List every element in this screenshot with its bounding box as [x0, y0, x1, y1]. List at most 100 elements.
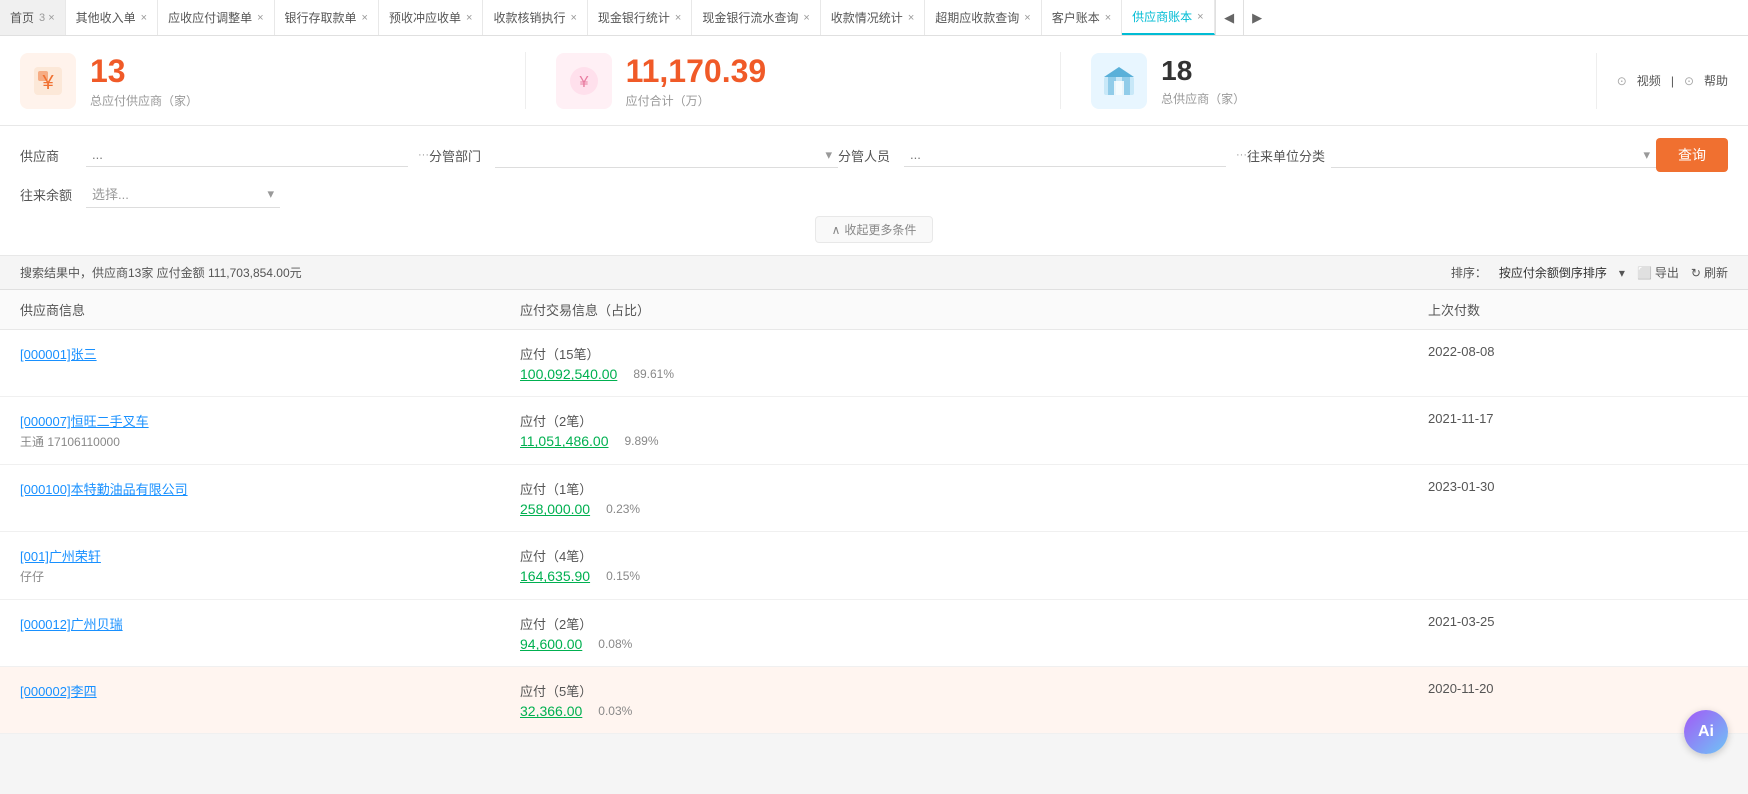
- nav-tab-receipt-stat[interactable]: 收款情况统计 ×: [821, 0, 925, 35]
- tx-amount-1[interactable]: 11,051,486.00: [520, 433, 609, 449]
- col-header-lastdate: 上次付数: [1428, 300, 1728, 319]
- sort-label: 排序：: [1451, 264, 1487, 281]
- nav-tab-customer-ledger[interactable]: 客户账本 ×: [1042, 0, 1122, 35]
- nav-tab-ar-ap-adjust[interactable]: 应收应付调整单 ×: [158, 0, 274, 35]
- table-area: 供应商信息 应付交易信息（占比） 上次付数 [000001]张三 应付（15笔）…: [0, 290, 1748, 734]
- nav-tab-overdue-ar[interactable]: 超期应收款查询 ×: [925, 0, 1041, 35]
- supplier-contact-1: 王通 17106110000: [20, 433, 520, 450]
- summary-card-total-suppliers: 18 总供应商（家）: [1061, 53, 1597, 109]
- nav-tab-receipt-verify[interactable]: 收款核销执行 ×: [483, 0, 587, 35]
- nav-tab-prepaid-ar[interactable]: 预收冲应收单 ×: [379, 0, 483, 35]
- table-row: [001]广州荣轩 仔仔 应付（4笔） 164,635.90 0.15%: [0, 532, 1748, 600]
- svg-text:¥: ¥: [578, 74, 588, 91]
- person-input[interactable]: [904, 143, 1226, 167]
- nav-tab-supplier-ledger-close[interactable]: ×: [1197, 11, 1203, 23]
- filter-area: 供应商 ··· 分管部门 ▾ 分管人员 ··· 往来单位分类 ▾ 查询 往来: [0, 126, 1748, 256]
- tx-amount-3[interactable]: 164,635.90: [520, 568, 590, 584]
- supplier-contact-3: 仔仔: [20, 568, 520, 585]
- last-date-value-1: 2021-11-17: [1428, 411, 1494, 426]
- tx-row-1: 11,051,486.00 9.89%: [520, 433, 1428, 449]
- tx-label-3: 应付（4笔）: [520, 546, 1428, 565]
- card1-value: 13: [90, 52, 198, 90]
- sort-value[interactable]: 按应付余额倒序排序: [1499, 264, 1607, 281]
- card1-text: 13 总应付供应商（家）: [90, 52, 198, 109]
- sort-chevron-icon: ▾: [1619, 266, 1625, 280]
- result-actions: 排序： 按应付余额倒序排序 ▾ ⬜ 导出 ↻ 刷新: [1451, 264, 1728, 281]
- help-link[interactable]: 帮助: [1704, 72, 1728, 89]
- nav-tab-bank-deposit-label: 银行存取款单: [285, 9, 357, 26]
- supplier-name-5[interactable]: [000002]李四: [20, 681, 520, 700]
- tx-percent-0: 89.61%: [633, 367, 674, 381]
- nav-tab-ar-ap-adjust-close[interactable]: ×: [257, 12, 263, 24]
- tx-info-5: 应付（5笔） 32,366.00 0.03%: [520, 681, 1428, 719]
- tx-row-2: 258,000.00 0.23%: [520, 501, 1428, 517]
- nav-tab-other-income-close[interactable]: ×: [141, 12, 147, 24]
- result-bar: 搜索结果中，供应商13家 应付金额 111,703,854.00元 排序： 按应…: [0, 256, 1748, 290]
- ai-button[interactable]: Ai: [1684, 710, 1728, 754]
- nav-tab-overdue-ar-close[interactable]: ×: [1024, 12, 1030, 24]
- result-summary: 搜索结果中，供应商13家 应付金额 111,703,854.00元: [20, 264, 302, 281]
- card3-text: 18 总供应商（家）: [1161, 54, 1245, 107]
- export-button[interactable]: ⬜ 导出: [1637, 264, 1679, 281]
- last-date-value-0: 2022-08-08: [1428, 344, 1495, 359]
- last-date-2: 2023-01-30: [1428, 479, 1728, 494]
- nav-tab-bank-deposit[interactable]: 银行存取款单 ×: [275, 0, 379, 35]
- person-more-btn[interactable]: ···: [1236, 149, 1247, 161]
- query-button[interactable]: 查询: [1656, 138, 1728, 172]
- tx-label-5: 应付（5笔）: [520, 681, 1428, 700]
- supplier-name-4[interactable]: [000012]广州贝瑞: [20, 614, 520, 633]
- category-select[interactable]: ▾: [1331, 143, 1656, 168]
- last-date-4: 2021-03-25: [1428, 614, 1728, 629]
- nav-tab-customer-ledger-close[interactable]: ×: [1105, 12, 1111, 24]
- nav-tab-other-income[interactable]: 其他收入单 ×: [66, 0, 158, 35]
- col-header-tx: 应付交易信息（占比）: [520, 300, 1428, 319]
- tx-amount-0[interactable]: 100,092,540.00: [520, 366, 617, 382]
- nav-tab-cash-bank-query[interactable]: 现金银行流水查询 ×: [692, 0, 820, 35]
- nav-tab-bank-deposit-close[interactable]: ×: [362, 12, 368, 24]
- col-header-supplier: 供应商信息: [20, 300, 520, 319]
- supplier-name-1[interactable]: [000007]恒旺二手叉车: [20, 411, 520, 430]
- tx-percent-4: 0.08%: [598, 637, 632, 651]
- nav-tab-cash-bank-query-close[interactable]: ×: [803, 12, 809, 24]
- supplier-more-btn[interactable]: ···: [418, 149, 429, 161]
- nav-tab-supplier-ledger[interactable]: 供应商账本 ×: [1122, 0, 1214, 35]
- collapse-button[interactable]: ∧ 收起更多条件: [815, 216, 934, 243]
- nav-tab-prepaid-ar-close[interactable]: ×: [466, 12, 472, 24]
- nav-tab-cash-bank-stat-close[interactable]: ×: [675, 12, 681, 24]
- nav-prev-arrow[interactable]: ◀: [1215, 0, 1243, 35]
- tx-percent-5: 0.03%: [598, 704, 632, 718]
- person-label: 分管人员: [838, 146, 898, 165]
- tx-info-1: 应付（2笔） 11,051,486.00 9.89%: [520, 411, 1428, 449]
- nav-tab-ar-ap-adjust-label: 应收应付调整单: [168, 9, 252, 26]
- last-date-value-5: 2020-11-20: [1428, 681, 1494, 696]
- supplier-name-2[interactable]: [000100]本特勤油品有限公司: [20, 479, 520, 498]
- video-link[interactable]: 视频: [1637, 72, 1661, 89]
- table-row: [000002]李四 应付（5笔） 32,366.00 0.03% 2020-1…: [0, 667, 1748, 734]
- nav-tab-receipt-stat-label: 收款情况统计: [831, 9, 903, 26]
- nav-next-arrow[interactable]: ▶: [1243, 0, 1271, 35]
- last-date-1: 2021-11-17: [1428, 411, 1728, 426]
- tx-row-5: 32,366.00 0.03%: [520, 703, 1428, 719]
- refresh-button[interactable]: ↻ 刷新: [1691, 264, 1728, 281]
- supplier-info-1: [000007]恒旺二手叉车 王通 17106110000: [20, 411, 520, 450]
- nav-tab-receipt-verify-close[interactable]: ×: [570, 12, 576, 24]
- tx-row-3: 164,635.90 0.15%: [520, 568, 1428, 584]
- filter-person: 分管人员 ···: [838, 143, 1247, 167]
- tx-label-4: 应付（2笔）: [520, 614, 1428, 633]
- ai-label: Ai: [1698, 723, 1714, 741]
- nav-tab-overdue-ar-label: 超期应收款查询: [935, 9, 1019, 26]
- tx-amount-5[interactable]: 32,366.00: [520, 703, 582, 719]
- tx-amount-2[interactable]: 258,000.00: [520, 501, 590, 517]
- supplier-name-0[interactable]: [000001]张三: [20, 344, 520, 363]
- supplier-input[interactable]: [86, 143, 408, 167]
- nav-tab-home[interactable]: 首页 3 ×: [0, 0, 66, 35]
- tx-info-4: 应付（2笔） 94,600.00 0.08%: [520, 614, 1428, 652]
- divider: |: [1671, 74, 1674, 88]
- nav-tab-receipt-stat-close[interactable]: ×: [908, 12, 914, 24]
- supplier-name-3[interactable]: [001]广州荣轩: [20, 546, 520, 565]
- tx-amount-4[interactable]: 94,600.00: [520, 636, 582, 652]
- dept-select[interactable]: ▾: [495, 143, 838, 168]
- balance-select[interactable]: 选择... ▾: [86, 180, 280, 208]
- table-row: [000001]张三 应付（15笔） 100,092,540.00 89.61%…: [0, 330, 1748, 397]
- nav-tab-cash-bank-stat[interactable]: 现金银行统计 ×: [588, 0, 692, 35]
